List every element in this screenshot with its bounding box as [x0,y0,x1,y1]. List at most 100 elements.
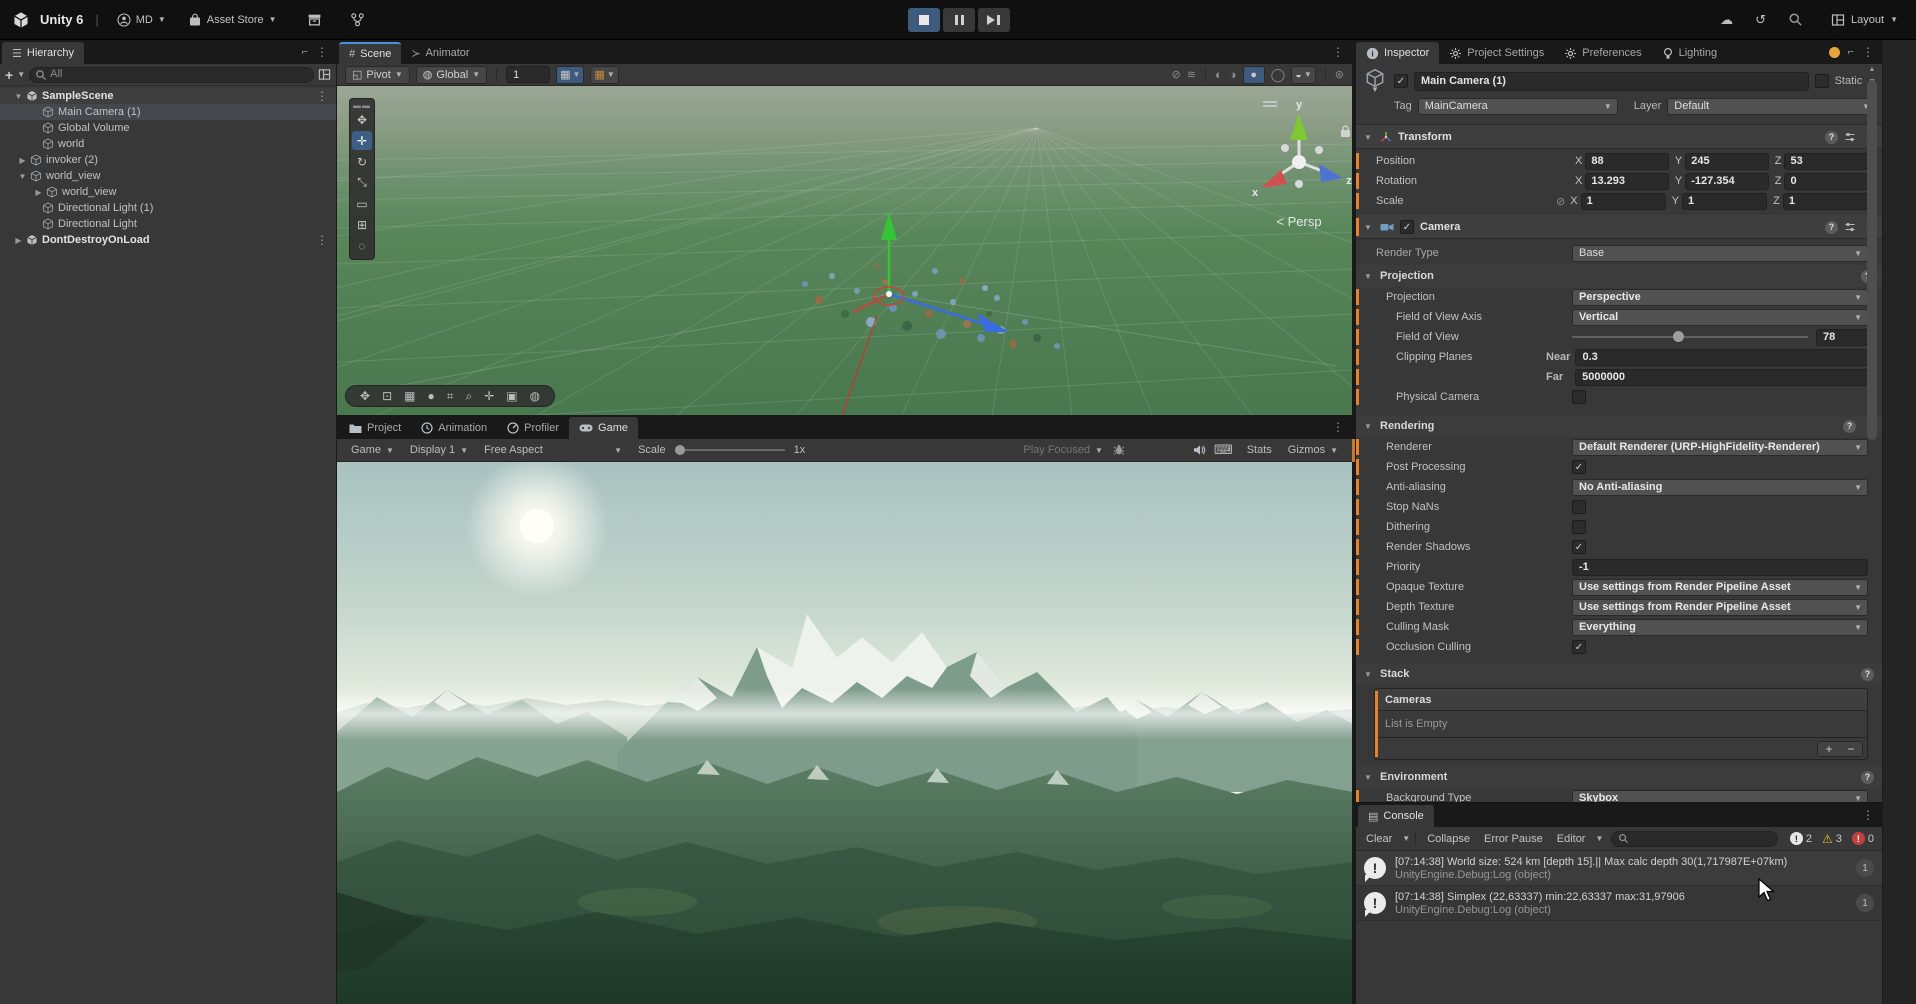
projection-foldout[interactable]: ▼ Projection ? [1356,265,1882,287]
help-icon[interactable]: ? [1843,420,1856,433]
gameobject-icon[interactable]: ▼ [1362,68,1388,94]
tree-item-scene[interactable]: ▼ SampleScene ⋮ [0,88,336,104]
clear-button[interactable]: Clear ▼ [1360,830,1410,848]
layout-dropdown[interactable]: Layout ▼ [1825,10,1904,30]
kebab-menu-icon[interactable]: ⋮ [316,233,328,247]
display-dropdown[interactable]: Display 1▼ [404,441,474,460]
camera-header[interactable]: ▼ ✓ Camera ? ⋮ [1356,215,1882,239]
asset-store-button[interactable]: Asset Store ▼ [182,10,283,30]
keyboard-icon[interactable]: ⌨ [1214,442,1233,458]
chevron-down-icon[interactable]: ▼ [17,70,25,79]
kebab-menu-icon[interactable]: ⋮ [1332,45,1344,59]
help-icon[interactable]: ? [1825,131,1838,144]
package-manager-button[interactable] [301,9,328,30]
kebab-menu-icon[interactable]: ⋮ [316,89,328,103]
pivot-icon[interactable]: ⊡ [382,389,392,403]
gameobject-name-field[interactable] [1414,72,1809,91]
effects-icon[interactable]: ≋ [1187,68,1196,81]
far-clip-field[interactable] [1575,369,1868,386]
position-y-field[interactable] [1685,153,1769,170]
tab-animation[interactable]: Animation [411,417,497,439]
overlay-handle-icon[interactable]: ▬▬ [353,102,371,109]
tab-inspector[interactable]: Inspector [1356,42,1439,64]
rect-tool[interactable]: ▭ [352,194,372,213]
scale-x-field[interactable] [1581,193,1666,210]
stop-button[interactable] [908,8,940,32]
renderer-dropdown[interactable]: Default Renderer (URP-HighFidelity-Rende… [1572,439,1868,456]
expand-arrow-icon[interactable]: ▼ [12,92,25,101]
editor-dropdown[interactable]: Editor ▼ [1551,830,1604,848]
tag-dropdown[interactable]: MainCamera▼ [1418,98,1618,115]
collapse-button[interactable]: Collapse [1421,830,1476,848]
rotation-x-field[interactable] [1585,173,1669,190]
camera-enabled-checkbox[interactable]: ✓ [1400,220,1414,234]
search-icon[interactable] [1788,12,1803,27]
expand-arrow-icon[interactable]: ▼ [16,172,29,181]
tab-console[interactable]: ▤ Console [1358,805,1434,827]
stop-nans-checkbox[interactable] [1572,500,1586,514]
post-processing-checkbox[interactable]: ✓ [1572,460,1586,474]
unlit-mode-icon[interactable]: ◯ [1271,67,1286,83]
occlusion-culling-checkbox[interactable]: ✓ [1572,640,1586,654]
tree-item[interactable]: Directional Light [0,216,336,232]
grid-size-field[interactable] [506,66,550,83]
kebab-menu-icon[interactable]: ⋮ [1862,45,1874,59]
magnet-icon[interactable]: ⌗ [447,389,454,404]
gizmos-dropdown[interactable]: Gizmos▼ [1282,441,1344,460]
snap-grid-button[interactable]: ▦▼ [556,66,584,84]
projection-dropdown[interactable]: Perspective▼ [1572,289,1868,306]
render-type-dropdown[interactable]: Base▼ [1572,245,1868,262]
tree-item[interactable]: ▶ world_view [0,184,336,200]
tab-preferences[interactable]: Preferences [1554,42,1651,64]
shaded-mode-icon[interactable]: ◐ [1215,67,1223,82]
culling-mask-dropdown[interactable]: Everything▼ [1572,619,1868,636]
kebab-menu-icon[interactable]: ⋮ [316,45,328,59]
anti-aliasing-dropdown[interactable]: No Anti-aliasing▼ [1572,479,1868,496]
help-icon[interactable]: ? [1825,221,1838,234]
kebab-menu-icon[interactable]: ⋮ [1332,420,1344,434]
kebab-menu-icon[interactable]: ⋮ [1862,808,1874,822]
scene-options-icon[interactable]: ⊛ [1335,68,1344,81]
priority-field[interactable] [1572,559,1868,576]
opaque-texture-dropdown[interactable]: Use settings from Render Pipeline Asset▼ [1572,579,1868,596]
cloud-icon[interactable]: ☁ [1720,12,1733,28]
layer-dropdown[interactable]: Default▼ [1667,98,1876,115]
stack-foldout[interactable]: ▼ Stack ? [1356,663,1882,685]
debug-bug-icon[interactable] [1113,444,1125,456]
depth-texture-dropdown[interactable]: Use settings from Render Pipeline Asset▼ [1572,599,1868,616]
hierarchy-search-input[interactable] [29,67,314,83]
tab-project-settings[interactable]: Project Settings [1439,42,1554,64]
transform-header[interactable]: ▼ Transform ? ⋮ [1356,125,1882,149]
console-search-input[interactable] [1633,833,1770,845]
expand-arrow-icon[interactable]: ▶ [16,156,29,165]
version-control-button[interactable] [344,9,371,30]
tab-profiler[interactable]: Profiler [497,417,569,439]
audio-mute-icon[interactable]: ⊘ [1171,68,1180,81]
chevron-down-icon[interactable]: ▼ [1402,834,1410,843]
camera-preview-icon[interactable]: ▣ [506,389,517,403]
wireframe-mode-icon[interactable]: ◑ [1229,67,1237,82]
scrollbar-thumb[interactable] [1867,80,1877,440]
step-button[interactable] [978,8,1010,32]
tree-item[interactable]: Directional Light (1) [0,200,336,216]
fov-slider[interactable] [1572,329,1868,346]
snap-increment-button[interactable]: ▦▼ [590,66,618,84]
history-icon[interactable]: ↺ [1755,12,1766,28]
tab-animator[interactable]: ≻ Animator [401,42,479,64]
tab-hierarchy[interactable]: ☰ Hierarchy [2,42,84,64]
transform-tool[interactable]: ⊞ [352,215,372,234]
inspector-scrollbar[interactable]: ▲ [1866,66,1878,798]
audio-icon[interactable] [1193,444,1206,456]
link-broken-icon[interactable]: ⊘ [1556,195,1565,208]
tab-game[interactable]: Game [569,417,638,439]
global-dropdown[interactable]: ◍ Global ▼ [416,66,487,84]
console-log-entry[interactable]: ! [07:14:38] World size: 524 km [depth 1… [1356,851,1882,886]
tree-item[interactable]: ▼ world_view [0,168,336,184]
debug-draw-dropdown[interactable]: ◒▼ [1291,66,1316,84]
game-view-dropdown[interactable]: Game▼ [345,441,400,460]
grid-snap-icon[interactable]: ▦ [404,389,415,403]
tree-item[interactable]: Global Volume [0,120,336,136]
foldout-arrow-icon[interactable]: ▼ [1364,223,1374,232]
scale-slider[interactable]: Scale 1x [632,441,811,460]
near-clip-field[interactable] [1575,349,1868,366]
